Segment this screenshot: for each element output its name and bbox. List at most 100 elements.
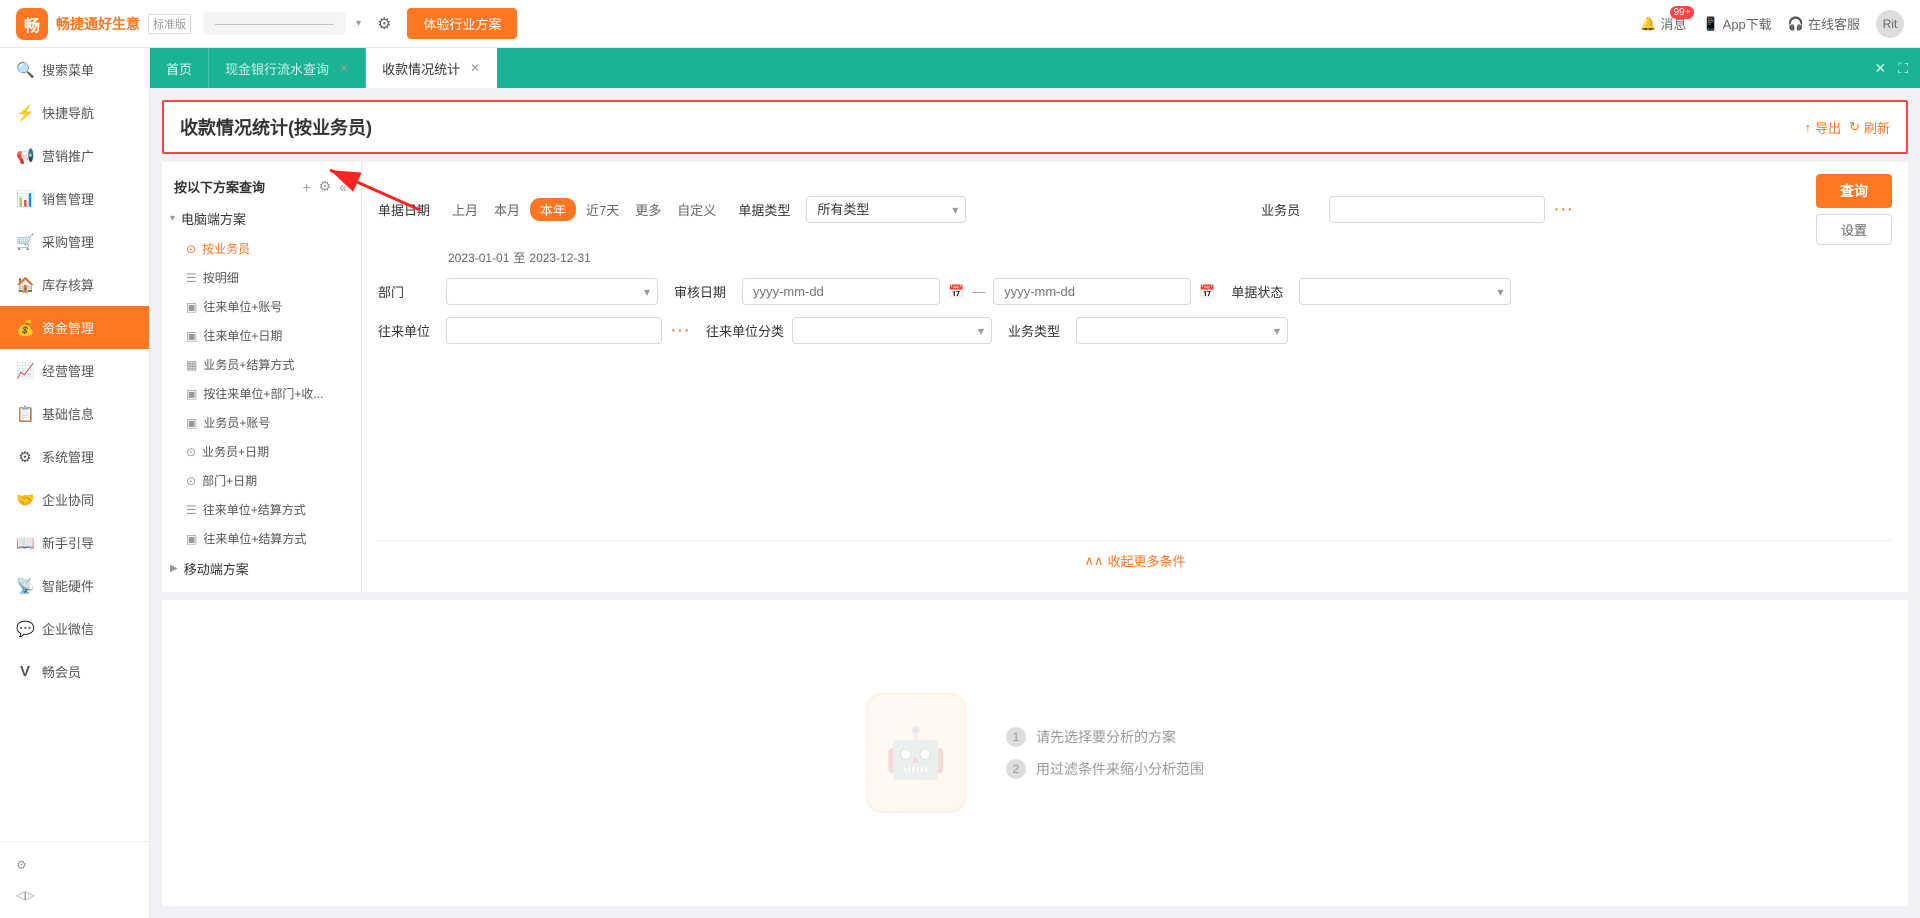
trial-button[interactable]: 体验行业方案 [407,8,517,39]
scheme-item-dept-date[interactable]: ⊙ 部门+日期 [162,466,361,495]
tab-bank-flow[interactable]: 现金银行流水查询 ✕ [209,48,366,88]
top-nav-placeholder[interactable]: ────────────── [203,12,346,35]
scheme-item-by-detail[interactable]: ☰ 按明细 [162,263,361,292]
scheme-settings-button[interactable]: ⚙ [317,176,334,197]
scheme-group-mobile-title[interactable]: ▶ 移动端方案 [162,553,361,584]
hardware-icon: 📡 [16,577,34,595]
tab-collection-stats-close-icon[interactable]: ✕ [470,61,480,75]
calendar-from-icon[interactable]: 📅 [948,284,964,300]
filter-counterpart-input[interactable] [446,317,662,344]
refresh-button[interactable]: ↻ 刷新 [1849,118,1890,137]
sidebar-item-inventory[interactable]: 🏠 库存核算 [0,263,149,306]
salesperson-more-icon[interactable]: ··· [1553,198,1573,221]
scheme-item-label-sales-account: 业务员+账号 [203,414,270,431]
export-button[interactable]: ↑ 导出 [1805,118,1842,137]
collapse-bar[interactable]: ∧∧ 收起更多条件 [378,540,1892,580]
sidebar-item-marketing[interactable]: 📢 营销推广 [0,134,149,177]
scheme-item-unit-dept[interactable]: ▣ 按往来单位+部门+收... [162,379,361,408]
sidebar-item-operations[interactable]: 📈 经营管理 [0,349,149,392]
sidebar-label-marketing: 营销推广 [42,146,94,165]
step-num-1: 1 [1006,727,1026,747]
sidebar-item-basic[interactable]: 📋 基础信息 [0,392,149,435]
scheme-item-label-unit-settle2: 往来单位+结算方式 [203,530,306,547]
filter-dept-select[interactable] [446,278,658,305]
scheme-add-button[interactable]: + [300,177,312,197]
filter-review-date-from[interactable] [742,278,940,305]
scheme-item-icon-unit-settle2: ▣ [186,532,197,546]
tab-maximize-btn[interactable]: ⛶ [1894,56,1912,81]
scheme-item-unit-settle1[interactable]: ☰ 往来单位+结算方式 [162,495,361,524]
settings-button[interactable]: 设置 [1816,214,1892,245]
sidebar-item-system[interactable]: ⚙ 系统管理 [0,435,149,478]
gear-button[interactable]: ⚙ [373,10,395,38]
filter-review-date-to[interactable] [993,278,1191,305]
page-header-actions: ↑ 导出 ↻ 刷新 [1805,118,1890,137]
scheme-group-desktop-title[interactable]: ▾ 电脑端方案 [162,203,361,234]
scheme-item-sales-settlement[interactable]: ▦ 业务员+结算方式 [162,350,361,379]
scheme-item-icon-unit-settle1: ☰ [186,503,197,517]
sidebar-item-collab[interactable]: 🤝 企业协同 [0,478,149,521]
sidebar-item-sales[interactable]: 📊 销售管理 [0,177,149,220]
scheme-item-label-detail: 按明细 [203,269,239,286]
filter-biz-type-select[interactable] [1076,317,1288,344]
content-area: 首页 现金银行流水查询 ✕ 收款情况统计 ✕ ✕ ⛶ 收款情况统计(按业务员) [150,48,1920,918]
date-btn-more[interactable]: 更多 [629,198,667,221]
nav-chevron-icon[interactable]: ▾ [356,18,361,29]
guide-icon: 📖 [16,534,34,552]
system-icon: ⚙ [16,448,34,466]
sidebar-item-purchase[interactable]: 🛒 采购管理 [0,220,149,263]
tab-bank-flow-close-icon[interactable]: ✕ [339,61,349,75]
filter-date-buttons: 上月 本月 本年 近7天 更多 自定义 [446,198,722,221]
sidebar-label-collab: 企业协同 [42,490,94,509]
date-btn-custom[interactable]: 自定义 [671,198,722,221]
marketing-icon: 📢 [16,147,34,165]
counterpart-more-icon[interactable]: ··· [670,319,690,342]
filter-doc-status-select[interactable] [1299,278,1511,305]
scheme-item-icon-dept-date: ⊙ [186,474,196,488]
scheme-item-by-salesperson[interactable]: ⊙ 按业务员 [162,234,361,263]
filter-row-1: 单据日期 上月 本月 本年 近7天 更多 自定义 单据类型 [378,174,1892,245]
filter-review-date-label: 审核日期 [674,282,734,301]
sidebar-item-wechat[interactable]: 💬 企业微信 [0,607,149,650]
sidebar-item-hardware[interactable]: 📡 智能硬件 [0,564,149,607]
scheme-item-unit-settle2[interactable]: ▣ 往来单位+结算方式 [162,524,361,553]
date-btn-this-year[interactable]: 本年 [530,198,576,221]
online-service-item[interactable]: 🎧 在线客服 [1788,14,1860,33]
sidebar-item-guide[interactable]: 📖 新手引导 [0,521,149,564]
sidebar-item-quicknav[interactable]: ⚡ 快捷导航 [0,91,149,134]
filter-salesperson-input[interactable] [1329,196,1545,223]
user-avatar[interactable]: Rit [1876,10,1904,38]
tab-close-window-btn[interactable]: ✕ [1870,56,1890,81]
app-download-item[interactable]: 📱 App下载 [1702,14,1771,33]
filter-counterpart-type-select[interactable] [792,317,992,344]
chevron-right-icon: ▶ [170,563,178,574]
sidebar-item-search[interactable]: 🔍 搜索菜单 [0,48,149,91]
service-icon: 🎧 [1788,16,1804,32]
sidebar-bottom-collapse[interactable]: ◁▷ [0,880,149,910]
tab-home[interactable]: 首页 [150,48,209,88]
sidebar-item-finance[interactable]: 💰 资金管理 [0,306,149,349]
tab-collection-stats[interactable]: 收款情况统计 ✕ [366,48,497,88]
scheme-item-icon-sales-date: ⊙ [186,445,196,459]
scheme-group-mobile: ▶ 移动端方案 [162,553,361,584]
logo-text: 畅捷通好生意 [56,14,140,34]
scheme-panel-header: 按以下方案查询 + ⚙ « [162,170,361,203]
date-btn-last-month[interactable]: 上月 [446,198,484,221]
date-btn-this-month[interactable]: 本月 [488,198,526,221]
scheme-item-sales-date[interactable]: ⊙ 业务员+日期 [162,437,361,466]
scheme-item-unit-date[interactable]: ▣ 往来单位+日期 [162,321,361,350]
filter-dept-select-wrapper [446,278,658,305]
collab-icon: 🤝 [16,491,34,509]
filter-doc-type-select[interactable]: 所有类型 [806,196,966,223]
query-button[interactable]: 查询 [1816,174,1892,208]
calendar-to-icon[interactable]: 📅 [1199,284,1215,300]
sidebar-item-vip[interactable]: V 畅会员 [0,650,149,693]
scheme-item-sales-account[interactable]: ▣ 业务员+账号 [162,408,361,437]
notification-item[interactable]: 🔔 消息 99+ [1640,14,1686,33]
date-btn-7days[interactable]: 近7天 [580,198,625,221]
sidebar-label-system: 系统管理 [42,447,94,466]
scheme-collapse-button[interactable]: « [337,177,349,197]
sidebar-bottom-settings[interactable]: ⚙ [0,850,149,880]
scheme-item-unit-account[interactable]: ▣ 往来单位+账号 [162,292,361,321]
scheme-group-desktop: ▾ 电脑端方案 ⊙ 按业务员 ☰ 按明细 ▣ 往 [162,203,361,553]
